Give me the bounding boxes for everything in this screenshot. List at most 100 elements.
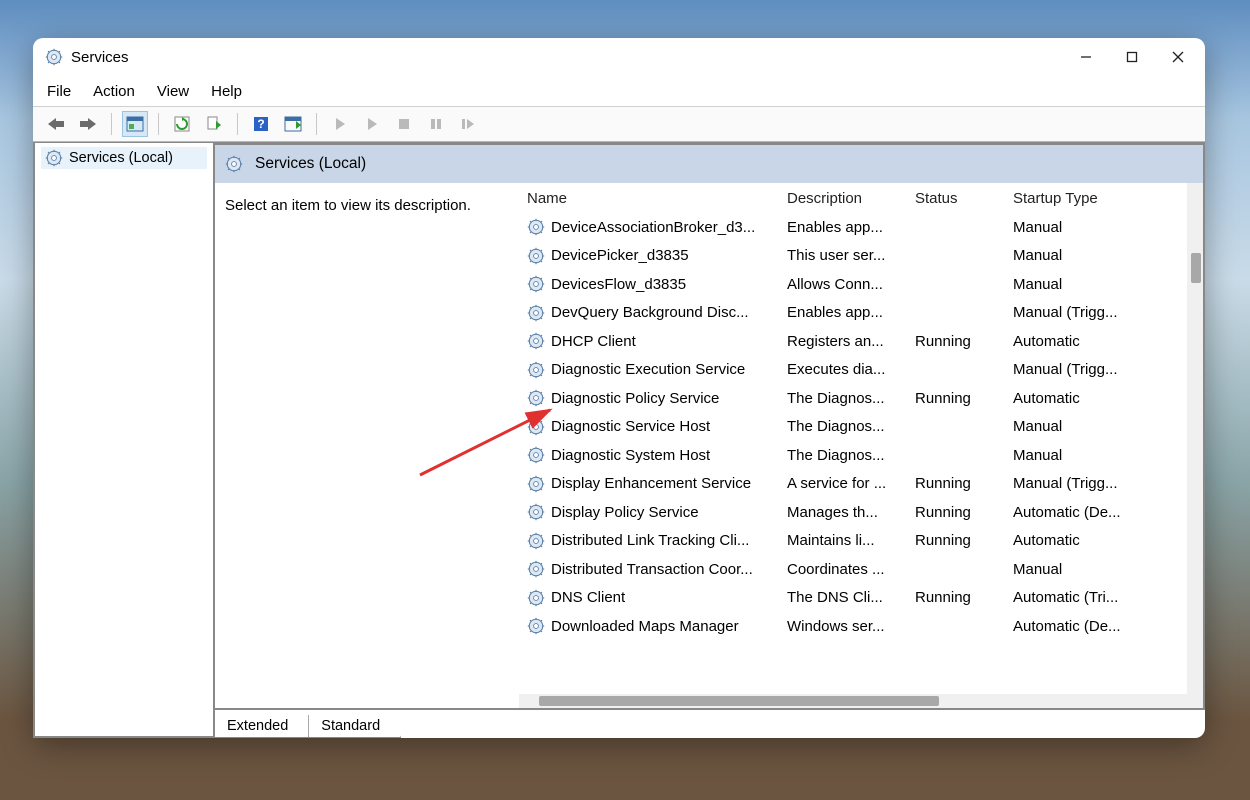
gear-icon bbox=[527, 247, 545, 265]
menu-file[interactable]: File bbox=[47, 83, 71, 100]
horizontal-scrollbar[interactable] bbox=[519, 694, 1187, 708]
service-row[interactable]: DevQuery Background Disc... Enables app..… bbox=[519, 299, 1203, 328]
gear-icon bbox=[527, 304, 545, 322]
gear-icon bbox=[527, 361, 545, 379]
service-name: Diagnostic System Host bbox=[551, 447, 710, 464]
menubar: File Action View Help bbox=[33, 76, 1205, 106]
service-name: Diagnostic Execution Service bbox=[551, 361, 745, 378]
service-startup: Automatic bbox=[1013, 333, 1153, 350]
service-startup: Automatic (Tri... bbox=[1013, 589, 1153, 606]
gear-icon bbox=[527, 475, 545, 493]
service-status: Running bbox=[915, 475, 1013, 492]
service-startup: Manual bbox=[1013, 418, 1153, 435]
properties-button[interactable] bbox=[280, 111, 306, 137]
col-startup[interactable]: Startup Type bbox=[1013, 190, 1153, 207]
service-startup: Manual (Trigg... bbox=[1013, 475, 1153, 492]
titlebar[interactable]: Services bbox=[33, 38, 1205, 76]
menu-action[interactable]: Action bbox=[93, 83, 135, 100]
back-button[interactable] bbox=[43, 111, 69, 137]
tree-item-services-local[interactable]: Services (Local) bbox=[41, 147, 207, 169]
refresh-button[interactable] bbox=[169, 111, 195, 137]
service-row[interactable]: DevicesFlow_d3835Allows Conn...Manual bbox=[519, 270, 1203, 299]
services-list[interactable]: Name Description Status Startup Type Dev… bbox=[519, 183, 1203, 708]
service-desc: The Diagnos... bbox=[787, 390, 915, 407]
service-desc: Coordinates ... bbox=[787, 561, 915, 578]
service-row[interactable]: Diagnostic Execution Service Executes dia… bbox=[519, 356, 1203, 385]
service-name: Downloaded Maps Manager bbox=[551, 618, 739, 635]
service-row[interactable]: Diagnostic Service HostThe Diagnos...Man… bbox=[519, 413, 1203, 442]
service-row[interactable]: Display Enhancement ServiceA service for… bbox=[519, 470, 1203, 499]
service-status: Running bbox=[915, 504, 1013, 521]
services-window: Services File Action View Help ? bbox=[33, 38, 1205, 738]
menu-view[interactable]: View bbox=[157, 83, 189, 100]
export-list-button[interactable] bbox=[201, 111, 227, 137]
menu-help[interactable]: Help bbox=[211, 83, 242, 100]
minimize-button[interactable] bbox=[1063, 42, 1109, 72]
service-name: DevicesFlow_d3835 bbox=[551, 276, 686, 293]
service-row[interactable]: DHCP ClientRegisters an...RunningAutomat… bbox=[519, 327, 1203, 356]
close-button[interactable] bbox=[1155, 42, 1201, 72]
stop-service-button[interactable] bbox=[391, 111, 417, 137]
service-startup: Manual bbox=[1013, 219, 1153, 236]
service-name: Diagnostic Policy Service bbox=[551, 390, 719, 407]
service-name: DeviceAssociationBroker_d3... bbox=[551, 219, 755, 236]
gear-icon bbox=[527, 218, 545, 236]
description-pane: Select an item to view its description. bbox=[215, 183, 519, 708]
service-row[interactable]: Diagnostic System HostThe Diagnos...Manu… bbox=[519, 441, 1203, 470]
tree-pane: Services (Local) bbox=[33, 143, 215, 738]
gear-icon bbox=[527, 418, 545, 436]
col-status[interactable]: Status bbox=[915, 190, 1013, 207]
show-hide-tree-button[interactable] bbox=[122, 111, 148, 137]
service-desc: The Diagnos... bbox=[787, 447, 915, 464]
start-service-alt-button[interactable] bbox=[359, 111, 385, 137]
tab-extended[interactable]: Extended bbox=[214, 715, 309, 738]
service-desc: Registers an... bbox=[787, 333, 915, 350]
pause-service-button[interactable] bbox=[423, 111, 449, 137]
gear-icon bbox=[527, 617, 545, 635]
description-prompt: Select an item to view its description. bbox=[225, 197, 471, 214]
start-service-button[interactable] bbox=[327, 111, 353, 137]
service-startup: Manual bbox=[1013, 247, 1153, 264]
service-row[interactable]: Diagnostic Policy ServiceThe Diagnos...R… bbox=[519, 384, 1203, 413]
vertical-scrollbar[interactable] bbox=[1187, 183, 1203, 708]
service-row[interactable]: DevicePicker_d3835This user ser...Manual bbox=[519, 242, 1203, 271]
service-desc: A service for ... bbox=[787, 475, 915, 492]
service-startup: Manual bbox=[1013, 561, 1153, 578]
maximize-button[interactable] bbox=[1109, 42, 1155, 72]
service-desc: The DNS Cli... bbox=[787, 589, 915, 606]
service-name: Distributed Link Tracking Cli... bbox=[551, 532, 749, 549]
forward-button[interactable] bbox=[75, 111, 101, 137]
service-name: DevQuery Background Disc... bbox=[551, 304, 749, 321]
service-desc: Manages th... bbox=[787, 504, 915, 521]
service-row[interactable]: Distributed Transaction Coor...Coordinat… bbox=[519, 555, 1203, 584]
service-startup: Manual bbox=[1013, 276, 1153, 293]
service-row[interactable]: Display Policy Service Manages th...Runni… bbox=[519, 498, 1203, 527]
service-status: Running bbox=[915, 589, 1013, 606]
col-description[interactable]: Description bbox=[787, 190, 915, 207]
restart-service-button[interactable] bbox=[455, 111, 481, 137]
service-row[interactable]: Downloaded Maps ManagerWindows ser...Aut… bbox=[519, 612, 1203, 641]
gear-icon bbox=[45, 149, 63, 167]
help-button[interactable]: ? bbox=[248, 111, 274, 137]
gear-icon bbox=[527, 389, 545, 407]
service-row[interactable]: DeviceAssociationBroker_d3...Enables app… bbox=[519, 213, 1203, 242]
service-desc: Enables app... bbox=[787, 304, 915, 321]
pane-header: Services (Local) bbox=[215, 143, 1205, 183]
service-name: DevicePicker_d3835 bbox=[551, 247, 689, 264]
service-row[interactable]: Distributed Link Tracking Cli... Maintain… bbox=[519, 527, 1203, 556]
service-name: Display Policy Service bbox=[551, 504, 699, 521]
service-desc: Executes dia... bbox=[787, 361, 915, 378]
service-name: DHCP Client bbox=[551, 333, 636, 350]
gear-icon bbox=[527, 503, 545, 521]
view-tabs: Extended Standard bbox=[215, 710, 1205, 738]
service-desc: Maintains li... bbox=[787, 532, 915, 549]
gear-icon bbox=[527, 560, 545, 578]
service-startup: Automatic (De... bbox=[1013, 618, 1153, 635]
gear-icon bbox=[225, 155, 243, 173]
service-row[interactable]: DNS Client The DNS Cli...RunningAutomatic… bbox=[519, 584, 1203, 613]
col-name[interactable]: Name bbox=[527, 190, 787, 207]
tab-standard[interactable]: Standard bbox=[308, 715, 401, 738]
service-name: DNS Client bbox=[551, 589, 625, 606]
gear-icon bbox=[527, 446, 545, 464]
column-headers[interactable]: Name Description Status Startup Type bbox=[519, 183, 1203, 213]
